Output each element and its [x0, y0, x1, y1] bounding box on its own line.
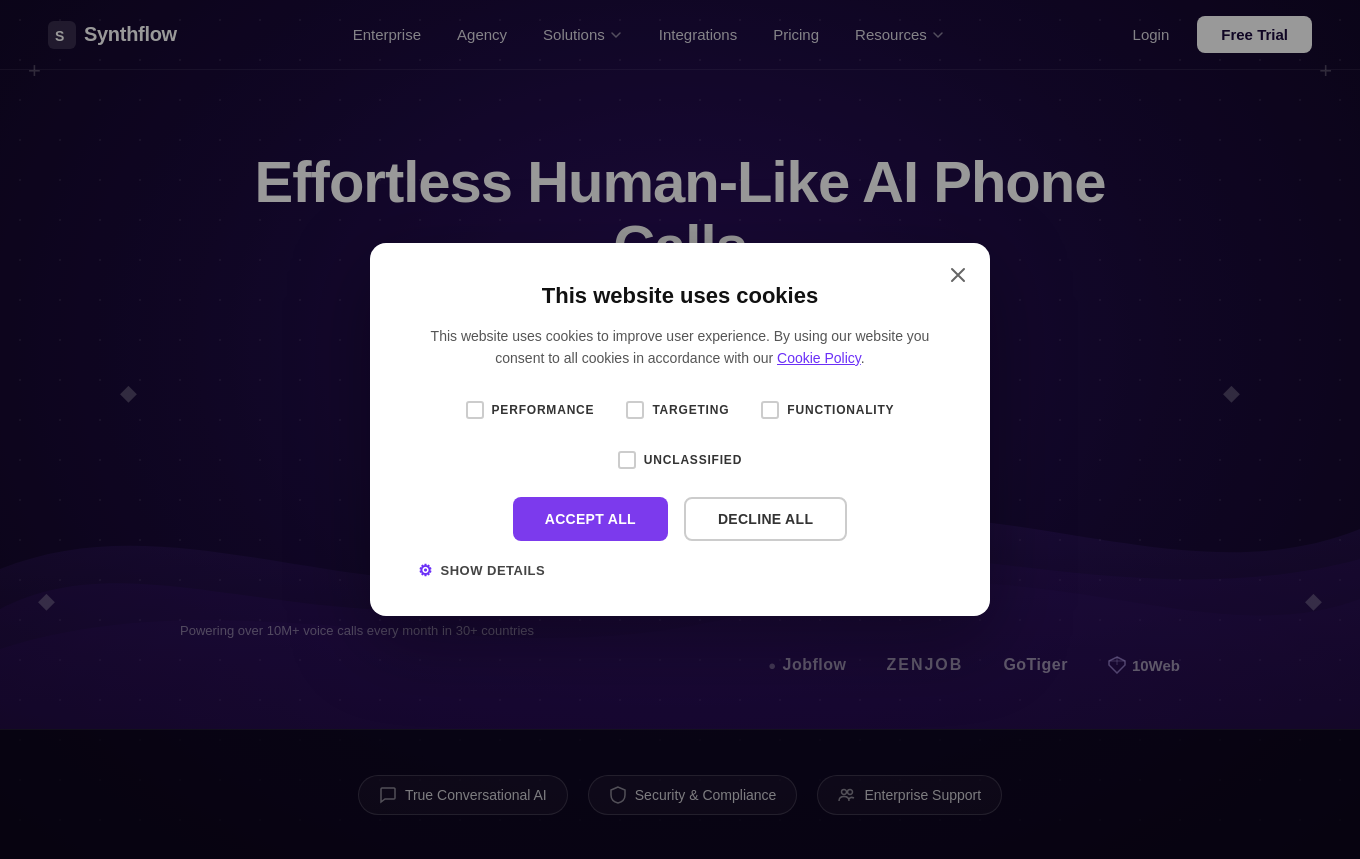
checkbox-targeting[interactable]: TARGETING — [626, 401, 729, 419]
performance-checkbox-box[interactable] — [466, 401, 484, 419]
checkbox-unclassified[interactable]: UNCLASSIFIED — [618, 451, 742, 469]
decline-all-button[interactable]: DECLINE ALL — [684, 497, 847, 541]
modal-body: This website uses cookies to improve use… — [418, 325, 942, 370]
modal-close-button[interactable] — [942, 259, 974, 291]
functionality-checkbox-box[interactable] — [761, 401, 779, 419]
modal-action-buttons: ACCEPT ALL DECLINE ALL — [418, 497, 942, 541]
checkbox-performance[interactable]: PERFORMANCE — [466, 401, 595, 419]
cookie-modal: This website uses cookies This website u… — [370, 243, 990, 617]
accept-all-button[interactable]: ACCEPT ALL — [513, 497, 668, 541]
targeting-checkbox-box[interactable] — [626, 401, 644, 419]
unclassified-checkbox-box[interactable] — [618, 451, 636, 469]
show-details-button[interactable]: ⚙ SHOW DETAILS — [418, 561, 545, 580]
cookie-checkboxes: PERFORMANCE TARGETING FUNCTIONALITY UNCL… — [418, 401, 942, 469]
checkbox-functionality[interactable]: FUNCTIONALITY — [761, 401, 894, 419]
modal-overlay: This website uses cookies This website u… — [0, 0, 1360, 859]
close-icon — [950, 267, 966, 283]
cookie-policy-link[interactable]: Cookie Policy — [777, 350, 861, 366]
modal-title: This website uses cookies — [418, 283, 942, 309]
gear-icon: ⚙ — [418, 561, 433, 580]
